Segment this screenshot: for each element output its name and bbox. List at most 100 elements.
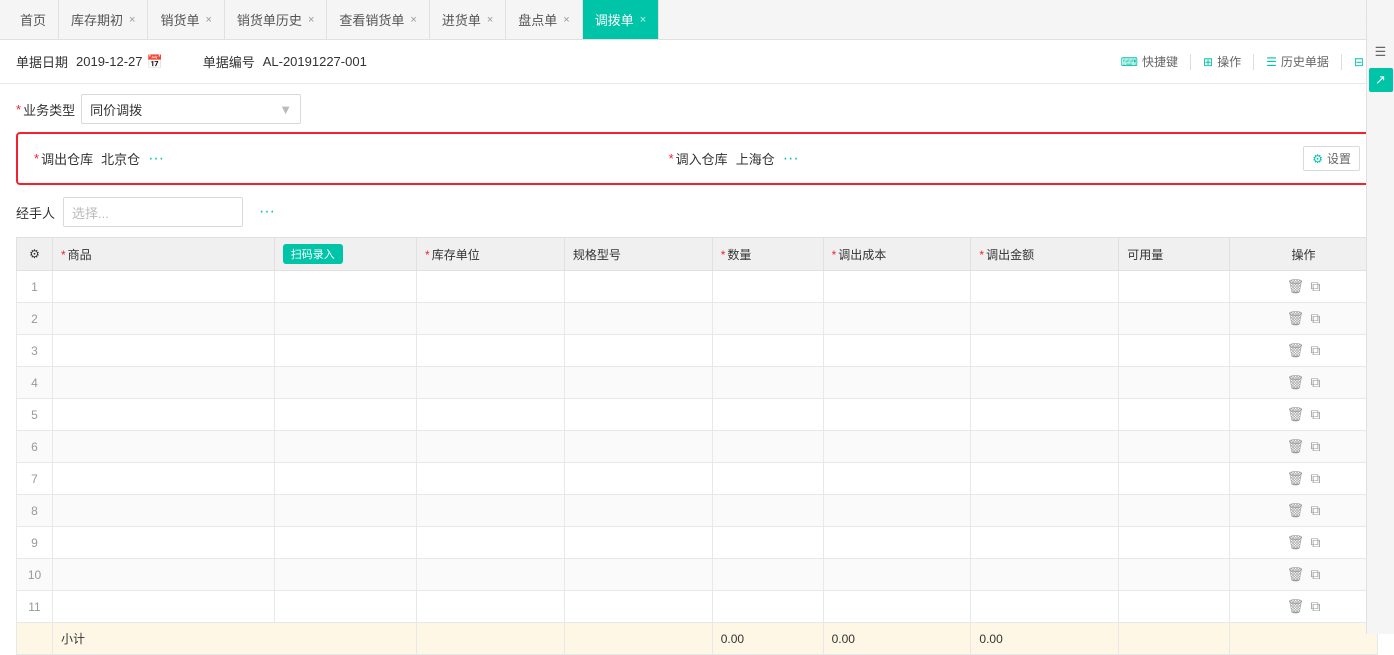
business-type-input[interactable]: 同价调拨 ▼: [81, 94, 301, 124]
row-cost[interactable]: [823, 495, 971, 527]
table-row[interactable]: 4 🗑 ⧉: [17, 367, 1378, 399]
row-amount[interactable]: [971, 591, 1119, 623]
table-row[interactable]: 11 🗑 ⧉: [17, 591, 1378, 623]
row-cost[interactable]: [823, 527, 971, 559]
row-product[interactable]: [53, 463, 275, 495]
delete-icon[interactable]: 🗑: [1287, 406, 1305, 423]
copy-icon[interactable]: ⧉: [1310, 534, 1320, 551]
row-spec[interactable]: [564, 463, 712, 495]
close-inventory-init[interactable]: ×: [129, 14, 135, 26]
copy-icon[interactable]: ⧉: [1310, 438, 1320, 455]
handler-input[interactable]: 选择...: [63, 197, 243, 227]
row-product[interactable]: [53, 591, 275, 623]
settings-button[interactable]: ⚙ 设置: [1303, 146, 1360, 171]
row-unit[interactable]: [417, 527, 565, 559]
row-product[interactable]: [53, 527, 275, 559]
row-unit[interactable]: [417, 303, 565, 335]
row-qty[interactable]: [712, 463, 823, 495]
row-cost[interactable]: [823, 303, 971, 335]
delete-icon[interactable]: 🗑: [1287, 534, 1305, 551]
table-row[interactable]: 1 🗑 ⧉: [17, 271, 1378, 303]
tab-inventory-check[interactable]: 盘点单 ×: [506, 0, 582, 39]
row-cost[interactable]: [823, 271, 971, 303]
table-row[interactable]: 7 🗑 ⧉: [17, 463, 1378, 495]
row-qty[interactable]: [712, 367, 823, 399]
row-qty[interactable]: [712, 335, 823, 367]
tab-purchase-order[interactable]: 进货单 ×: [430, 0, 506, 39]
row-cost[interactable]: [823, 559, 971, 591]
row-product[interactable]: [53, 431, 275, 463]
row-qty[interactable]: [712, 271, 823, 303]
dropdown-arrow-icon[interactable]: ▼: [279, 102, 292, 117]
row-spec[interactable]: [564, 527, 712, 559]
table-row[interactable]: 10 🗑 ⧉: [17, 559, 1378, 591]
delete-icon[interactable]: 🗑: [1287, 342, 1305, 359]
table-row[interactable]: 6 🗑 ⧉: [17, 431, 1378, 463]
copy-icon[interactable]: ⧉: [1310, 502, 1320, 519]
row-unit[interactable]: [417, 335, 565, 367]
row-qty[interactable]: [712, 527, 823, 559]
row-spec[interactable]: [564, 495, 712, 527]
delete-icon[interactable]: 🗑: [1287, 470, 1305, 487]
row-qty[interactable]: [712, 559, 823, 591]
tab-sales-order[interactable]: 销货单 ×: [148, 0, 224, 39]
row-product[interactable]: [53, 559, 275, 591]
row-spec[interactable]: [564, 271, 712, 303]
copy-icon[interactable]: ⧉: [1310, 406, 1320, 423]
table-row[interactable]: 3 🗑 ⧉: [17, 335, 1378, 367]
tab-transfer[interactable]: 调拨单 ×: [583, 0, 659, 39]
row-qty[interactable]: [712, 303, 823, 335]
close-purchase-order[interactable]: ×: [487, 14, 493, 26]
row-product[interactable]: [53, 399, 275, 431]
row-amount[interactable]: [971, 495, 1119, 527]
row-spec[interactable]: [564, 303, 712, 335]
row-product[interactable]: [53, 335, 275, 367]
copy-icon[interactable]: ⧉: [1310, 310, 1320, 327]
table-row[interactable]: 8 🗑 ⧉: [17, 495, 1378, 527]
delete-icon[interactable]: 🗑: [1287, 566, 1305, 583]
copy-icon[interactable]: ⧉: [1310, 342, 1320, 359]
row-product[interactable]: [53, 303, 275, 335]
row-unit[interactable]: [417, 399, 565, 431]
row-amount[interactable]: [971, 463, 1119, 495]
row-amount[interactable]: [971, 559, 1119, 591]
row-qty[interactable]: [712, 591, 823, 623]
row-unit[interactable]: [417, 559, 565, 591]
row-amount[interactable]: [971, 431, 1119, 463]
row-cost[interactable]: [823, 431, 971, 463]
row-qty[interactable]: [712, 495, 823, 527]
row-amount[interactable]: [971, 399, 1119, 431]
row-spec[interactable]: [564, 591, 712, 623]
tab-view-sales[interactable]: 查看销货单 ×: [327, 0, 429, 39]
row-unit[interactable]: [417, 431, 565, 463]
row-spec[interactable]: [564, 399, 712, 431]
row-cost[interactable]: [823, 463, 971, 495]
warehouse-out-ellipsis[interactable]: ···: [148, 151, 164, 167]
copy-icon[interactable]: ⧉: [1310, 470, 1320, 487]
copy-icon[interactable]: ⧉: [1310, 278, 1320, 295]
delete-icon[interactable]: 🗑: [1287, 598, 1305, 615]
sidebar-doc-icon[interactable]: ☰: [1369, 40, 1393, 64]
row-spec[interactable]: [564, 431, 712, 463]
row-unit[interactable]: [417, 591, 565, 623]
copy-icon[interactable]: ⧉: [1310, 598, 1320, 615]
row-amount[interactable]: [971, 303, 1119, 335]
close-view-sales[interactable]: ×: [410, 14, 416, 26]
row-qty[interactable]: [712, 399, 823, 431]
tab-home[interactable]: 首页: [8, 0, 59, 39]
calendar-icon[interactable]: 📅: [147, 54, 163, 70]
row-spec[interactable]: [564, 335, 712, 367]
table-row[interactable]: 5 🗑 ⧉: [17, 399, 1378, 431]
row-product[interactable]: [53, 495, 275, 527]
row-cost[interactable]: [823, 399, 971, 431]
handler-ellipsis[interactable]: ···: [259, 204, 275, 220]
col-settings-header[interactable]: ⚙: [17, 238, 53, 271]
history-button[interactable]: ☰ 历史单据: [1266, 53, 1329, 70]
delete-icon[interactable]: 🗑: [1287, 310, 1305, 327]
row-amount[interactable]: [971, 367, 1119, 399]
row-unit[interactable]: [417, 367, 565, 399]
operation-button[interactable]: ⊞ 操作: [1203, 53, 1241, 70]
row-unit[interactable]: [417, 271, 565, 303]
delete-icon[interactable]: 🗑: [1287, 438, 1305, 455]
delete-icon[interactable]: 🗑: [1287, 374, 1305, 391]
